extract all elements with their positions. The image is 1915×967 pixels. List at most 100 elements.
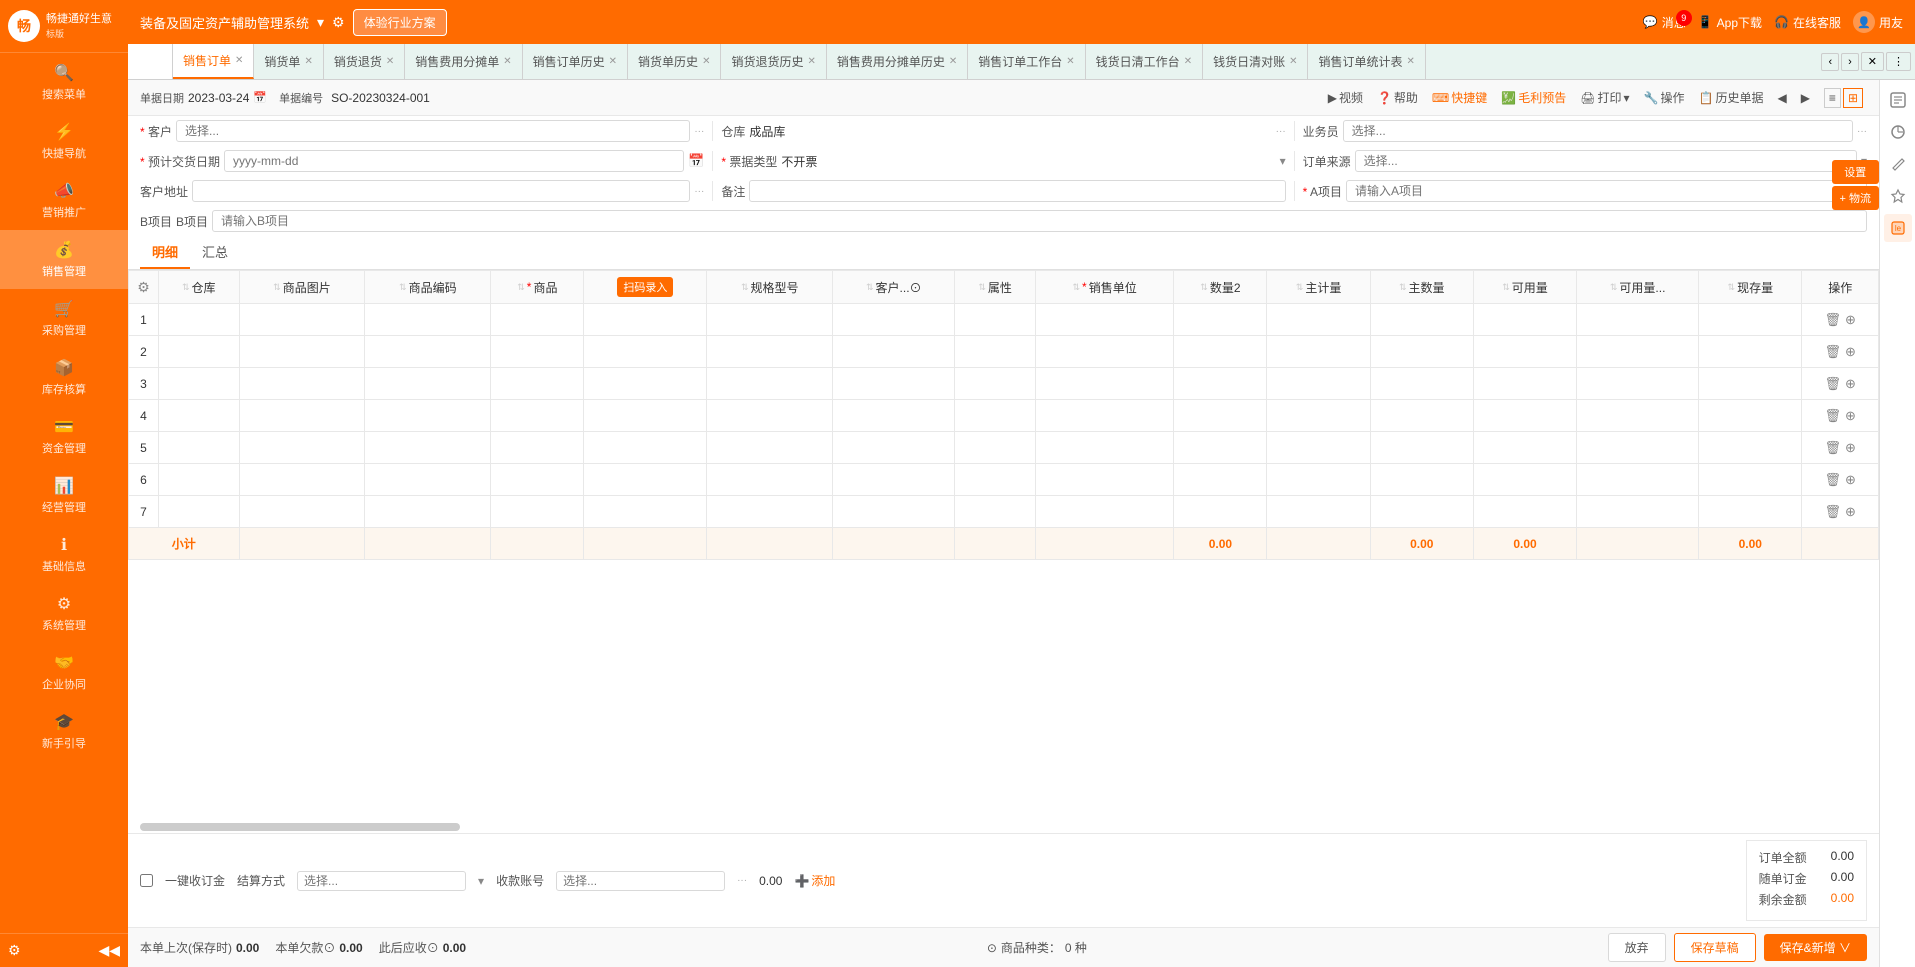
- row-copy-icon[interactable]: ⊕: [1845, 312, 1856, 328]
- calendar-icon[interactable]: 📅: [253, 91, 267, 104]
- tab-workbench[interactable]: 销售订单工作台 ✕: [968, 44, 1085, 79]
- tab-close-icon[interactable]: ✕: [702, 56, 710, 67]
- tab-close-all-btn[interactable]: ✕: [1861, 52, 1884, 71]
- sidebar-item-guide[interactable]: 🎓 新手引导: [0, 702, 128, 761]
- tab-sales-fee[interactable]: 销售费用分摊单 ✕: [405, 44, 522, 79]
- dropdown-arrow-icon[interactable]: ▾: [317, 14, 324, 31]
- tab-cashflow-reconcile[interactable]: 钱货日清对账 ✕: [1203, 44, 1308, 79]
- list-view-icon[interactable]: ≡: [1824, 88, 1841, 108]
- horizontal-scrollbar[interactable]: [140, 823, 460, 831]
- tab-close-icon[interactable]: ✕: [503, 56, 511, 67]
- settings-quick-btn[interactable]: 设置: [1832, 160, 1879, 184]
- delivery-input[interactable]: [224, 150, 684, 172]
- tab-close-icon[interactable]: ✕: [949, 56, 957, 67]
- save-draft-btn[interactable]: 保存草稿: [1674, 933, 1756, 962]
- row-delete-icon[interactable]: 🗑: [1824, 504, 1841, 520]
- sidebar-item-purchase[interactable]: 🛒 采购管理: [0, 289, 128, 348]
- strip-icon-4[interactable]: [1884, 182, 1912, 210]
- one-click-checkbox[interactable]: [140, 874, 153, 887]
- tab-close-icon[interactable]: ✕: [386, 56, 394, 67]
- sidebar-item-collaboration[interactable]: 🤝 企业协同: [0, 643, 128, 702]
- strip-icon-2[interactable]: [1884, 118, 1912, 146]
- remark-input[interactable]: [749, 180, 1285, 202]
- b-project-input[interactable]: [212, 210, 1867, 232]
- tab-close-icon[interactable]: ✕: [235, 55, 243, 66]
- sidebar-item-marketing[interactable]: 📣 营销推广: [0, 171, 128, 230]
- collapse-icon[interactable]: ◀◀: [98, 942, 120, 959]
- row-copy-icon[interactable]: ⊕: [1845, 504, 1856, 520]
- row-delete-icon[interactable]: 🗑: [1824, 344, 1841, 360]
- sidebar-item-basic[interactable]: ℹ 基础信息: [0, 525, 128, 584]
- scan-btn[interactable]: 扫码录入: [617, 277, 673, 297]
- tab-detail[interactable]: 明细: [140, 236, 190, 269]
- row-copy-icon[interactable]: ⊕: [1845, 344, 1856, 360]
- tab-close-icon[interactable]: ✕: [609, 56, 617, 67]
- settings-bottom-icon[interactable]: ⚙: [8, 942, 21, 959]
- row-delete-icon[interactable]: 🗑: [1824, 312, 1841, 328]
- nav-next-btn[interactable]: ▶: [1797, 89, 1814, 107]
- strip-icon-3[interactable]: [1884, 150, 1912, 178]
- shortcut-btn[interactable]: ⌨ 快捷键: [1428, 87, 1491, 108]
- row-delete-icon[interactable]: 🗑: [1824, 440, 1841, 456]
- strip-icon-5[interactable]: le: [1884, 214, 1912, 242]
- tab-sales-return[interactable]: 销货退货 ✕: [324, 44, 405, 79]
- tab-close-icon[interactable]: ✕: [807, 56, 815, 67]
- payment-method-input[interactable]: [297, 871, 466, 891]
- grid-view-icon[interactable]: ⊞: [1843, 88, 1863, 108]
- delivery-calendar-icon[interactable]: 📅: [688, 153, 704, 169]
- discard-btn[interactable]: 放弃: [1608, 933, 1666, 962]
- warehouse-expand-icon[interactable]: ···: [1276, 126, 1286, 137]
- row-delete-icon[interactable]: 🗑: [1824, 472, 1841, 488]
- a-project-input[interactable]: [1346, 180, 1867, 202]
- save-new-btn[interactable]: 保存&新增 ∨: [1764, 934, 1867, 961]
- tab-next-btn[interactable]: ›: [1841, 53, 1859, 71]
- account-expand-icon[interactable]: ···: [737, 875, 747, 886]
- sidebar-item-inventory[interactable]: 📦 库存核算: [0, 348, 128, 407]
- customer-expand-icon[interactable]: ···: [694, 126, 704, 137]
- topbar-settings-icon[interactable]: ⚙: [332, 14, 345, 31]
- profit-btn[interactable]: 💹 毛利预告: [1497, 87, 1570, 108]
- row-delete-icon[interactable]: 🗑: [1824, 408, 1841, 424]
- invoice-dropdown-icon[interactable]: ▾: [1280, 154, 1286, 168]
- tab-fee-history[interactable]: 销售费用分摊单历史 ✕: [827, 44, 968, 79]
- operations-btn[interactable]: 🔧 操作: [1640, 87, 1689, 108]
- staff-input[interactable]: [1343, 120, 1853, 142]
- tab-return-history[interactable]: 销货退货历史 ✕: [721, 44, 826, 79]
- view-btn[interactable]: ▶ 视频: [1324, 87, 1367, 108]
- order-source-input[interactable]: [1355, 150, 1857, 172]
- app-download-btn[interactable]: 📱 App下载: [1698, 14, 1762, 31]
- tab-menu-btn[interactable]: ⋮: [1886, 52, 1911, 71]
- tab-summary[interactable]: 汇总: [190, 236, 240, 269]
- tab-sales-summary[interactable]: 销售订单统计表 ✕: [1308, 44, 1425, 79]
- tab-sales-order-history[interactable]: 销售订单历史 ✕: [523, 44, 628, 79]
- tab-sales-order[interactable]: 销售订单 ✕: [173, 44, 254, 79]
- tab-goods-history[interactable]: 销货单历史 ✕: [628, 44, 721, 79]
- tab-close-icon[interactable]: ✕: [1066, 56, 1074, 67]
- strip-icon-1[interactable]: [1884, 86, 1912, 114]
- print-btn[interactable]: 🖨 打印 ▾: [1576, 87, 1633, 108]
- tab-prev-btn[interactable]: ‹: [1821, 53, 1839, 71]
- sidebar-item-system[interactable]: ⚙ 系统管理: [0, 584, 128, 643]
- table-settings-icon[interactable]: ⚙: [137, 279, 150, 295]
- add-payment-btn[interactable]: ➕ 添加: [794, 872, 835, 889]
- row-delete-icon[interactable]: 🗑: [1824, 376, 1841, 392]
- tab-close-icon[interactable]: ✕: [1289, 56, 1297, 67]
- print-dropdown-icon[interactable]: ▾: [1623, 91, 1629, 105]
- add-material-quick-btn[interactable]: + 物流: [1832, 186, 1879, 210]
- sidebar-item-search[interactable]: 🔍 搜索菜单: [0, 53, 128, 112]
- row-copy-icon[interactable]: ⊕: [1845, 408, 1856, 424]
- address-expand-icon[interactable]: ···: [694, 186, 704, 197]
- tab-home[interactable]: 首页: [128, 44, 173, 79]
- user-btn[interactable]: 👤 用友: [1853, 11, 1903, 33]
- payment-method-dropdown[interactable]: ▾: [478, 874, 484, 888]
- account-input[interactable]: [556, 871, 725, 891]
- tab-close-icon[interactable]: ✕: [1184, 56, 1192, 67]
- solution-btn[interactable]: 体验行业方案: [353, 9, 447, 36]
- sidebar-item-quicknav[interactable]: ⚡ 快捷导航: [0, 112, 128, 171]
- history-btn[interactable]: 📋 历史单据: [1694, 87, 1767, 108]
- tab-close-icon[interactable]: ✕: [304, 56, 312, 67]
- sidebar-item-finance[interactable]: 💳 资金管理: [0, 407, 128, 466]
- row-copy-icon[interactable]: ⊕: [1845, 440, 1856, 456]
- tab-sales-goods[interactable]: 销货单 ✕: [254, 44, 323, 79]
- online-service-btn[interactable]: 🎧 在线客服: [1774, 14, 1841, 31]
